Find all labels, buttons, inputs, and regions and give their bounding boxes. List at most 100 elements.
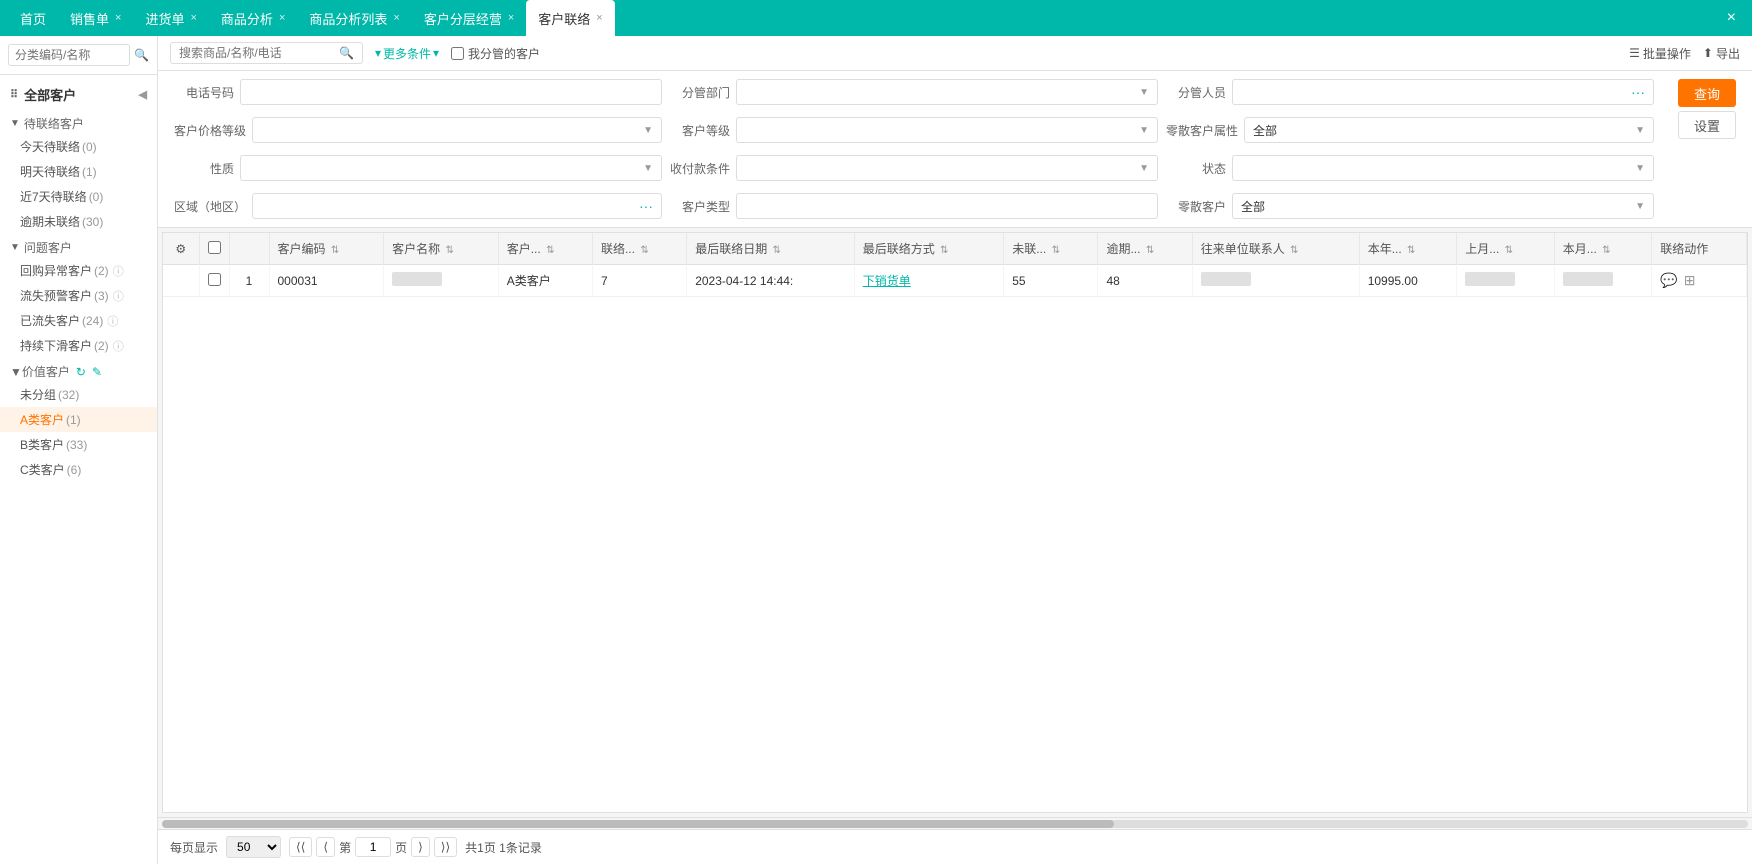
sidebar-item-declining[interactable]: 持续下滑客户 (2) ⓘ bbox=[0, 333, 157, 358]
info-icon-2: ⓘ bbox=[113, 288, 124, 304]
filter-search-input[interactable] bbox=[179, 46, 339, 60]
comment-icon[interactable]: 💬 bbox=[1660, 272, 1677, 289]
total-records-label: 共1页 1条记录 bbox=[465, 839, 542, 856]
filter-level-select[interactable]: ▼ bbox=[736, 117, 1158, 143]
edit-icon[interactable]: ✎ bbox=[92, 365, 102, 379]
filter-status-select[interactable]: ▼ bbox=[1232, 155, 1654, 181]
last-month-blurred bbox=[1465, 272, 1515, 286]
chevron-down-icon: ▾ bbox=[433, 46, 439, 60]
dots-icon: ⠿ bbox=[10, 88, 18, 101]
info-icon-1: ⓘ bbox=[113, 263, 124, 279]
row-checkbox[interactable] bbox=[208, 273, 221, 286]
sidebar-item-7days[interactable]: 近7天待联络 (0) bbox=[0, 184, 157, 209]
chevron-level-icon: ▼ bbox=[1139, 125, 1149, 136]
sort-uncontacted-icon: ⇅ bbox=[1052, 245, 1060, 256]
first-page-btn[interactable]: ⟨⟨ bbox=[289, 837, 312, 857]
nav-close-contact[interactable]: × bbox=[596, 12, 602, 24]
filter-search-icon[interactable]: 🔍 bbox=[339, 46, 354, 60]
my-customers-checkbox[interactable] bbox=[451, 47, 464, 60]
filter-scattered: 零散客户 全部 ▼ bbox=[1166, 193, 1654, 219]
filter-person-select[interactable]: ··· bbox=[1232, 79, 1654, 105]
sidebar-item-today[interactable]: 今天待联络 (0) bbox=[0, 134, 157, 159]
filter-phone-input[interactable] bbox=[240, 79, 662, 105]
select-all-checkbox[interactable] bbox=[208, 241, 221, 254]
th-name: 客户名称 ⇅ bbox=[384, 233, 499, 265]
filter-payment-label: 收付款条件 bbox=[670, 160, 730, 177]
nav-home[interactable]: 首页 bbox=[8, 0, 58, 36]
sidebar-item-churn-warning[interactable]: 流失预警客户 (3) ⓘ bbox=[0, 283, 157, 308]
batch-op-btn[interactable]: ☰ 批量操作 bbox=[1629, 45, 1691, 62]
horizontal-scrollbar[interactable] bbox=[158, 817, 1752, 829]
nav-customer-segment[interactable]: 客户分层经营 × bbox=[412, 0, 526, 36]
settings-button[interactable]: 设置 bbox=[1678, 111, 1736, 139]
nav-close-all[interactable]: × bbox=[1719, 9, 1744, 27]
filter-my-customers[interactable]: 我分管的客户 bbox=[451, 45, 540, 62]
nav-close-purchase[interactable]: × bbox=[190, 12, 196, 24]
next-page-btn[interactable]: ⟩ bbox=[411, 837, 430, 857]
page-size-select[interactable]: 50 10 20 100 200 bbox=[226, 836, 281, 858]
sort-year-icon: ⇅ bbox=[1407, 245, 1415, 256]
td-num: 1 bbox=[229, 265, 269, 297]
refresh-icon[interactable]: ↻ bbox=[76, 365, 86, 379]
filter-scattered-attr-select[interactable]: 全部 ▼ bbox=[1244, 117, 1654, 143]
sidebar-item-a-class[interactable]: A类客户 (1) bbox=[0, 407, 157, 432]
filter-customer-level: 客户等级 ▼ bbox=[670, 117, 1158, 143]
filter-type-input[interactable] bbox=[736, 193, 1158, 219]
filter-dept-select[interactable]: ▼ bbox=[736, 79, 1158, 105]
sidebar-search-input[interactable] bbox=[8, 44, 130, 66]
nav-purchase[interactable]: 进货单 × bbox=[133, 0, 208, 36]
collapse-icon: ◀ bbox=[139, 88, 147, 101]
page-input[interactable] bbox=[355, 837, 391, 857]
filter-icon: ▾ bbox=[375, 46, 381, 60]
td-checkbox bbox=[199, 265, 229, 297]
nav-goods-analysis[interactable]: 商品分析 × bbox=[209, 0, 297, 36]
grid-icon[interactable]: ⊞ bbox=[1684, 272, 1696, 289]
filter-payment-select[interactable]: ▼ bbox=[736, 155, 1158, 181]
export-btn[interactable]: ⬆ 导出 bbox=[1703, 45, 1740, 62]
arrow-icon-3: ▼ bbox=[10, 365, 22, 379]
filter-region-select[interactable]: ··· bbox=[252, 193, 662, 219]
nav-close-sales[interactable]: × bbox=[115, 12, 121, 24]
top-nav: 首页 销售单 × 进货单 × 商品分析 × 商品分析列表 × 客户分层经营 × … bbox=[0, 0, 1752, 36]
filter-status: 状态 ▼ bbox=[1166, 155, 1654, 181]
nav-close-segment[interactable]: × bbox=[508, 12, 514, 24]
filter-more-btn[interactable]: ▾ 更多条件 ▾ bbox=[375, 45, 439, 62]
sidebar-item-churned[interactable]: 已流失客户 (24) ⓘ bbox=[0, 308, 157, 333]
filter-scattered-label: 零散客户 bbox=[1166, 198, 1226, 215]
th-action: 联络动作 bbox=[1652, 233, 1747, 265]
sidebar-item-overdue[interactable]: 逾期未联络 (30) bbox=[0, 209, 157, 234]
filter-row-4: 区域（地区） ··· 客户类型 零散客户 bbox=[174, 193, 1654, 219]
prev-page-btn[interactable]: ⟨ bbox=[316, 837, 335, 857]
filter-nature-select[interactable]: ▼ bbox=[240, 155, 662, 181]
filter-search-box: 🔍 bbox=[170, 42, 363, 64]
th-last-month: 上月... ⇅ bbox=[1457, 233, 1555, 265]
sidebar-all-customers[interactable]: ⠿ 全部客户 ◀ bbox=[0, 79, 157, 110]
query-button[interactable]: 查询 bbox=[1678, 79, 1736, 107]
sidebar-item-repurchase[interactable]: 回购异常客户 (2) ⓘ bbox=[0, 258, 157, 283]
filter-phone-label: 电话号码 bbox=[174, 84, 234, 101]
sidebar-item-b-class[interactable]: B类客户 (33) bbox=[0, 432, 157, 457]
filter-scattered-select[interactable]: 全部 ▼ bbox=[1232, 193, 1654, 219]
filter-price-select[interactable]: ▼ bbox=[252, 117, 662, 143]
last-page-btn[interactable]: ⟩⟩ bbox=[434, 837, 457, 857]
scrollbar-track bbox=[162, 820, 1748, 828]
td-code: 000031 bbox=[269, 265, 384, 297]
nav-sales[interactable]: 销售单 × bbox=[58, 0, 133, 36]
nav-close-goods[interactable]: × bbox=[279, 12, 285, 24]
filter-nature-label: 性质 bbox=[174, 160, 234, 177]
last-method-link[interactable]: 下销货单 bbox=[863, 274, 911, 288]
sidebar-search-icon[interactable]: 🔍 bbox=[134, 48, 149, 62]
td-contact-person bbox=[1192, 265, 1359, 297]
td-this-month bbox=[1554, 265, 1652, 297]
chevron-scattered2-icon: ▼ bbox=[1635, 201, 1645, 212]
sidebar-item-unclassified[interactable]: 未分组 (32) bbox=[0, 382, 157, 407]
filter-region: 区域（地区） ··· bbox=[174, 193, 662, 219]
th-contact-person: 往来单位联系人 ⇅ bbox=[1192, 233, 1359, 265]
td-last-month bbox=[1457, 265, 1555, 297]
sidebar-item-c-class[interactable]: C类客户 (6) bbox=[0, 457, 157, 482]
nav-close-goods-list[interactable]: × bbox=[393, 12, 399, 24]
nav-goods-list[interactable]: 商品分析列表 × bbox=[297, 0, 411, 36]
td-action: 💬 ⊞ bbox=[1652, 265, 1747, 297]
sidebar-item-tomorrow[interactable]: 明天待联络 (1) bbox=[0, 159, 157, 184]
nav-customer-contact[interactable]: 客户联络 × bbox=[526, 0, 614, 36]
